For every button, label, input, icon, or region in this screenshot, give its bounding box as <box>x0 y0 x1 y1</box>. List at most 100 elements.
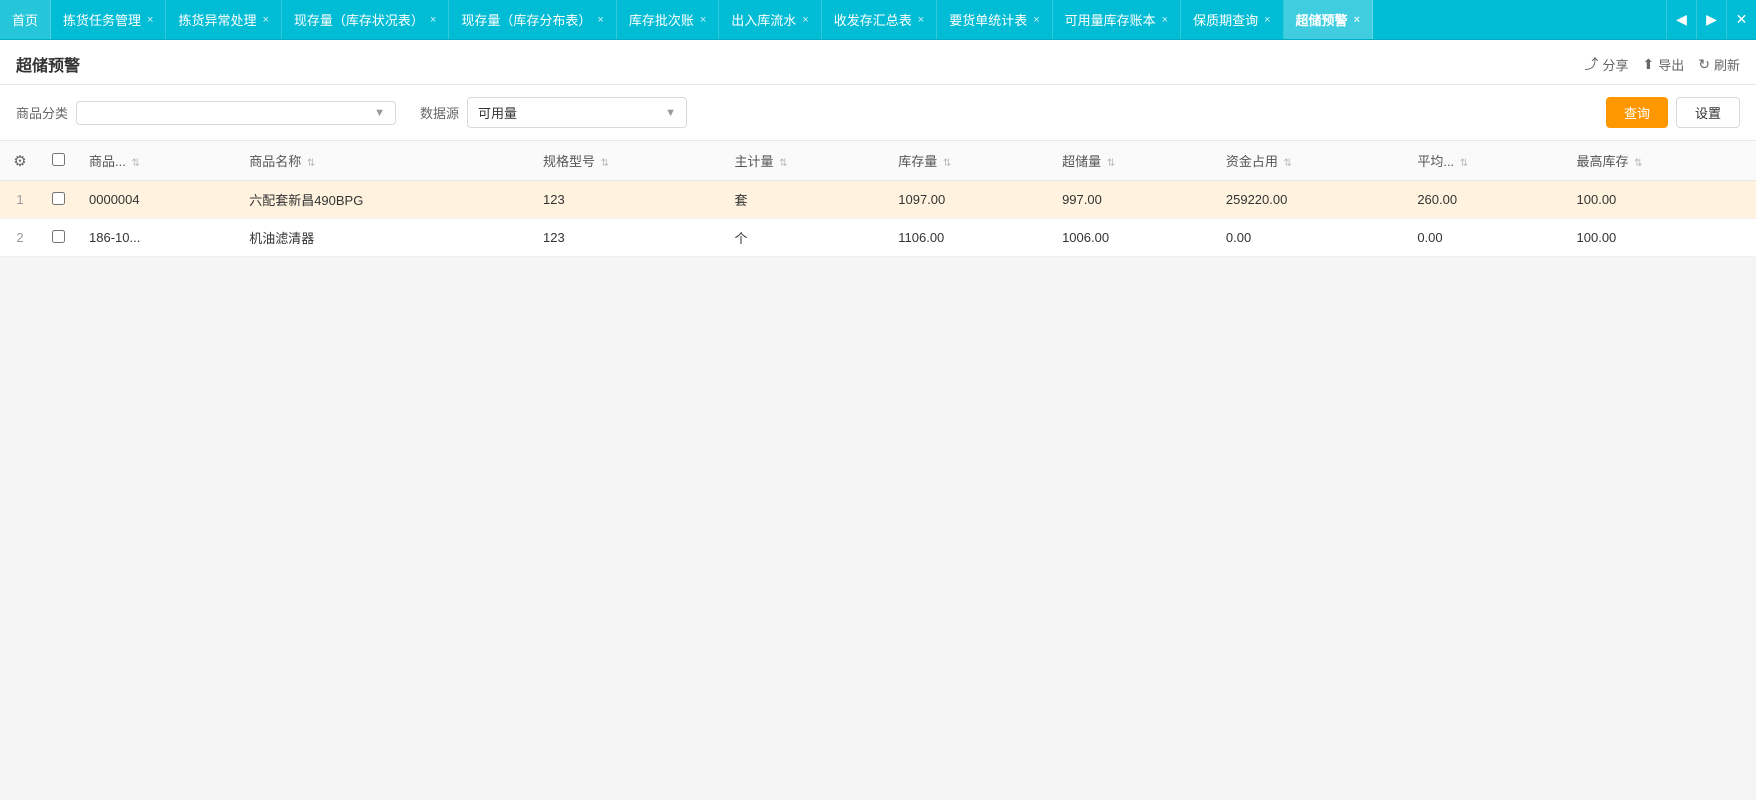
th-over-stock[interactable]: 超储量 ⇅ <box>1050 141 1214 181</box>
export-icon: ⬆ <box>1643 56 1655 73</box>
category-select[interactable]: ▼ <box>76 101 396 125</box>
th-spec[interactable]: 规格型号 ⇅ <box>531 141 722 181</box>
select-all-checkbox[interactable] <box>52 153 65 166</box>
sort-icon-max-stock: ⇅ <box>1634 158 1642 169</box>
close-icon-1[interactable]: × <box>147 14 153 26</box>
nav-item-10[interactable]: 保质期查询 × <box>1181 0 1283 39</box>
share-button[interactable]: ⤴ 分享 <box>1584 54 1628 74</box>
nav-item-8[interactable]: 要货单统计表 × <box>937 0 1052 39</box>
sort-icon-capital: ⇅ <box>1284 158 1292 169</box>
close-icon-5[interactable]: × <box>700 14 706 26</box>
table-row: 2 186-10... 机油滤清器 123 个 1106.00 1006.00 … <box>0 219 1756 257</box>
row-over-stock-1: 1006.00 <box>1050 219 1214 257</box>
nav-prev-button[interactable]: ◀ <box>1666 0 1696 40</box>
export-label: 导出 <box>1658 55 1684 74</box>
row-spec-0: 123 <box>531 181 722 219</box>
row-goods-code-1: 186-10... <box>77 219 237 257</box>
nav-label-home: 首页 <box>12 10 38 29</box>
nav-item-home[interactable]: 首页 <box>0 0 51 39</box>
query-button[interactable]: 查询 <box>1606 97 1668 128</box>
th-unit[interactable]: 主计量 ⇅ <box>722 141 886 181</box>
nav-label-10: 保质期查询 <box>1193 10 1258 29</box>
row-goods-code-0: 0000004 <box>77 181 237 219</box>
nav-label-11: 超储预警 <box>1296 10 1348 29</box>
nav-item-1[interactable]: 拣货任务管理 × <box>51 0 166 39</box>
th-goods-name[interactable]: 商品名称 ⇅ <box>237 141 531 181</box>
th-capital[interactable]: 资金占用 ⇅ <box>1214 141 1405 181</box>
th-goods-code[interactable]: 商品... ⇅ <box>77 141 237 181</box>
row-stock-0: 1097.00 <box>886 181 1050 219</box>
table-body: 1 0000004 六配套新昌490BPG 123 套 1097.00 997.… <box>0 181 1756 257</box>
sort-icon-goods-code: ⇅ <box>131 158 139 169</box>
th-max-stock[interactable]: 最高库存 ⇅ <box>1565 141 1756 181</box>
nav-next-button[interactable]: ▶ <box>1696 0 1726 40</box>
filter-area: 商品分类 ▼ 数据源 可用量 ▼ 查询 设置 <box>0 85 1756 141</box>
th-goods-name-label: 商品名称 <box>249 154 301 169</box>
refresh-label: 刷新 <box>1714 55 1740 74</box>
nav-item-11[interactable]: 超储预警 × <box>1284 0 1373 39</box>
close-icon-8[interactable]: × <box>1033 14 1039 26</box>
share-label: 分享 <box>1602 55 1628 74</box>
close-icon-10[interactable]: × <box>1264 14 1270 26</box>
row-checkbox-1[interactable] <box>52 230 65 243</box>
close-icon-6[interactable]: × <box>802 14 808 26</box>
datasource-filter-group: 数据源 可用量 ▼ <box>420 97 687 128</box>
th-goods-code-label: 商品... <box>89 154 126 169</box>
close-icon-2[interactable]: × <box>262 14 268 26</box>
row-stock-1: 1106.00 <box>886 219 1050 257</box>
checkbox-th <box>40 141 77 181</box>
sort-icon-over-stock: ⇅ <box>1107 158 1115 169</box>
th-stock-label: 库存量 <box>898 154 937 169</box>
row-index-0: 1 <box>0 181 40 219</box>
nav-item-6[interactable]: 出入库流水 × <box>719 0 821 39</box>
close-icon-9[interactable]: × <box>1162 14 1168 26</box>
row-capital-0: 259220.00 <box>1214 181 1405 219</box>
sort-icon-goods-name: ⇅ <box>307 158 315 169</box>
nav-label-6: 出入库流水 <box>731 10 796 29</box>
row-capital-1: 0.00 <box>1214 219 1405 257</box>
th-stock[interactable]: 库存量 ⇅ <box>886 141 1050 181</box>
datasource-select-value: 可用量 <box>478 103 517 122</box>
table-row: 1 0000004 六配套新昌490BPG 123 套 1097.00 997.… <box>0 181 1756 219</box>
chevron-down-icon-2: ▼ <box>665 107 676 119</box>
close-icon-7[interactable]: × <box>918 14 924 26</box>
nav-label-7: 收发存汇总表 <box>834 10 912 29</box>
nav-item-4[interactable]: 现存量（库存分布表） × <box>449 0 616 39</box>
settings-button[interactable]: 设置 <box>1676 97 1740 128</box>
nav-item-9[interactable]: 可用量库存账本 × <box>1053 0 1181 39</box>
close-icon-3[interactable]: × <box>430 14 436 26</box>
refresh-button[interactable]: ↻ 刷新 <box>1698 55 1740 74</box>
filter-actions: 查询 设置 <box>1606 97 1740 128</box>
chevron-down-icon: ▼ <box>374 107 385 119</box>
datasource-select[interactable]: 可用量 ▼ <box>467 97 687 128</box>
row-unit-0: 套 <box>722 181 886 219</box>
category-filter-group: 商品分类 ▼ <box>16 101 396 125</box>
nav-label-8: 要货单统计表 <box>949 10 1027 29</box>
category-filter-label: 商品分类 <box>16 103 68 122</box>
row-checkbox-0[interactable] <box>52 192 65 205</box>
page-title: 超储预警 <box>16 52 80 76</box>
nav-item-3[interactable]: 现存量（库存状况表） × <box>282 0 449 39</box>
th-avg[interactable]: 平均... ⇅ <box>1405 141 1564 181</box>
column-settings-icon[interactable]: ⚙ <box>13 153 26 170</box>
nav-item-5[interactable]: 库存批次账 × <box>617 0 719 39</box>
sort-icon-unit: ⇅ <box>779 158 787 169</box>
sort-icon-spec: ⇅ <box>601 158 609 169</box>
nav-item-2[interactable]: 拣货异常处理 × <box>166 0 281 39</box>
share-icon: ⤴ <box>1584 54 1598 74</box>
nav-controls: ◀ ▶ ✕ <box>1666 0 1756 40</box>
th-spec-label: 规格型号 <box>543 154 595 169</box>
th-over-stock-label: 超储量 <box>1062 154 1101 169</box>
row-over-stock-0: 997.00 <box>1050 181 1214 219</box>
export-button[interactable]: ⬆ 导出 <box>1643 55 1685 74</box>
row-goods-name-1: 机油滤清器 <box>237 219 531 257</box>
data-table: ⚙ 商品... ⇅ 商品名称 ⇅ 规格型号 ⇅ 主计量 <box>0 141 1756 257</box>
close-icon-11[interactable]: × <box>1354 14 1360 26</box>
nav-close-button[interactable]: ✕ <box>1726 0 1756 40</box>
close-icon-4[interactable]: × <box>597 14 603 26</box>
row-avg-0: 260.00 <box>1405 181 1564 219</box>
row-checkbox-cell-0 <box>40 181 77 219</box>
nav-item-7[interactable]: 收发存汇总表 × <box>822 0 937 39</box>
row-spec-1: 123 <box>531 219 722 257</box>
nav-label-3: 现存量（库存状况表） <box>294 10 424 29</box>
